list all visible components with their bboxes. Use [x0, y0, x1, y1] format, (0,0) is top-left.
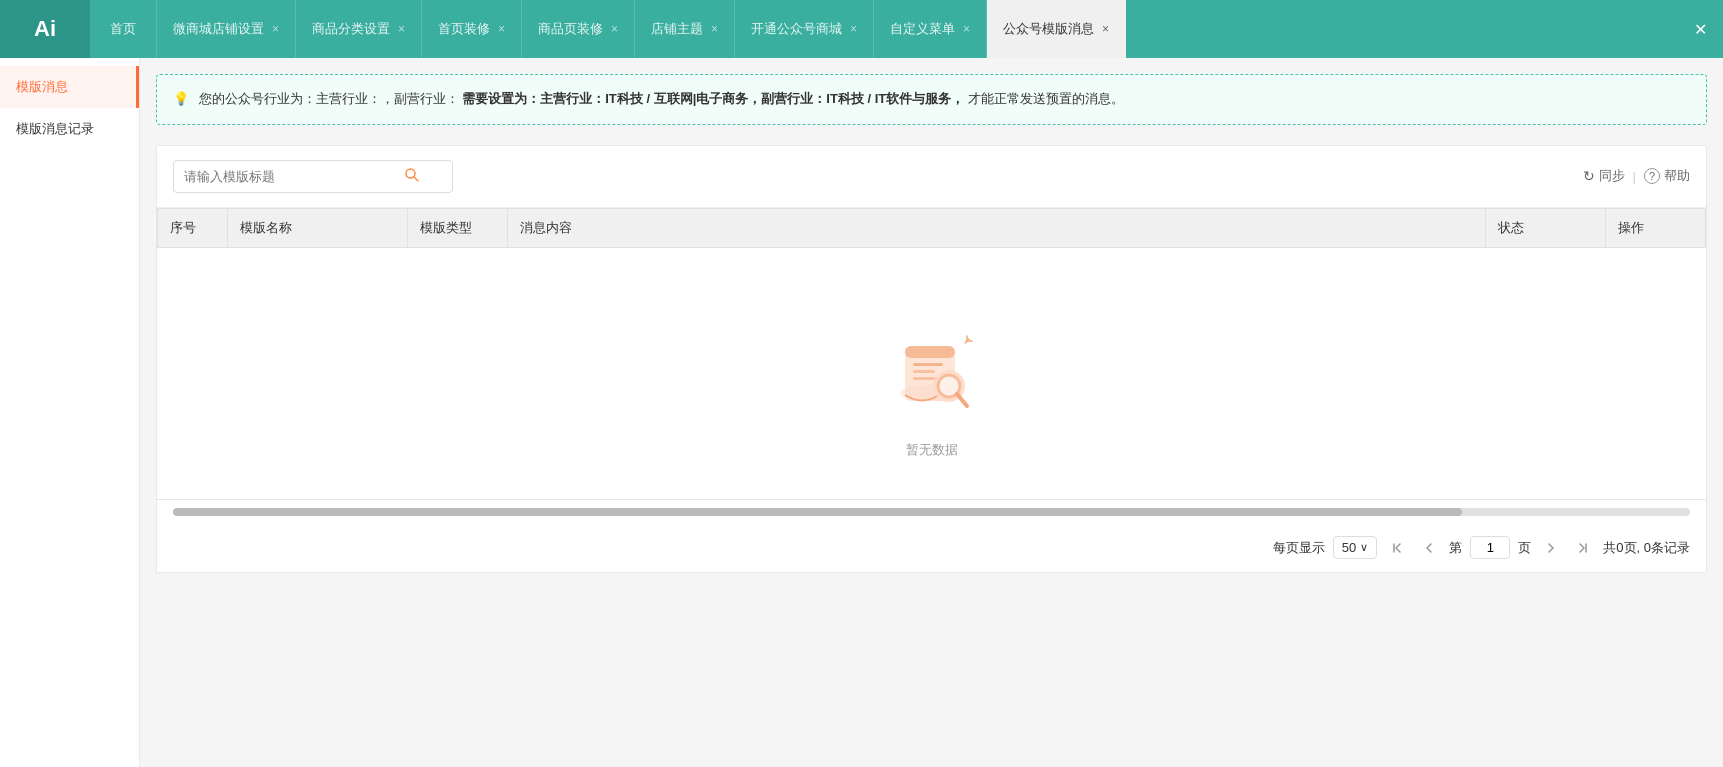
close-icon[interactable]: ×	[498, 22, 505, 36]
search-bar: ↻ 同步 | ? 帮助	[157, 146, 1706, 208]
help-button[interactable]: ? 帮助	[1644, 167, 1690, 185]
sidebar-item-template-record[interactable]: 模版消息记录	[0, 108, 139, 150]
page-size-select[interactable]: 50 ∨	[1333, 536, 1377, 559]
col-status: 状态	[1486, 208, 1606, 247]
nav-tab-custom-menu[interactable]: 自定义菜单 ×	[874, 0, 987, 58]
content-area: 💡 您的公众号行业为：主营行业：，副营行业： 需要设置为：主营行业：IT科技 /…	[140, 58, 1723, 767]
nav-tab-template-msg[interactable]: 公众号模版消息 ×	[987, 0, 1126, 58]
nav-tab-store-theme[interactable]: 店铺主题 ×	[635, 0, 735, 58]
divider: |	[1633, 169, 1636, 184]
nav-tabs: 首页 微商城店铺设置 × 商品分类设置 × 首页装修 × 商品页装修 × 店铺主…	[90, 0, 1678, 58]
search-input-wrap[interactable]	[173, 160, 453, 193]
empty-state: 暂无数据	[158, 248, 1706, 499]
next-page-button[interactable]	[1539, 536, 1563, 560]
nav-tab-product-decor[interactable]: 商品页装修 ×	[522, 0, 635, 58]
close-icon[interactable]: ×	[850, 22, 857, 36]
page-number-input[interactable]	[1470, 536, 1510, 559]
close-icon[interactable]: ×	[963, 22, 970, 36]
empty-illustration	[867, 308, 997, 441]
close-icon[interactable]: ×	[611, 22, 618, 36]
page-size-label: 每页显示	[1273, 539, 1325, 557]
col-type: 模版类型	[408, 208, 508, 247]
close-icon[interactable]: ×	[398, 22, 405, 36]
page-unit-label: 页	[1518, 539, 1531, 557]
app-logo: Ai	[0, 0, 90, 58]
sidebar: 模版消息 模版消息记录	[0, 58, 140, 767]
chevron-down-icon: ∨	[1360, 541, 1368, 554]
nav-tab-homepage-decor[interactable]: 首页装修 ×	[422, 0, 522, 58]
svg-line-1	[414, 177, 418, 181]
col-content: 消息内容	[508, 208, 1486, 247]
col-name: 模版名称	[228, 208, 408, 247]
table-header: 序号 模版名称 模版类型 消息内容 状态 操作	[158, 208, 1706, 247]
notice-highlight: 需要设置为：主营行业：IT科技 / 互联网|电子商务，副营行业：IT科技 / I…	[462, 91, 964, 106]
col-seq: 序号	[158, 208, 228, 247]
svg-rect-6	[913, 370, 935, 373]
empty-text: 暂无数据	[906, 441, 958, 459]
total-info: 共0页, 0条记录	[1603, 539, 1690, 557]
svg-rect-5	[913, 363, 943, 366]
search-icon[interactable]	[404, 167, 420, 186]
pagination: 每页显示 50 ∨ 第 页	[157, 524, 1706, 572]
last-page-button[interactable]	[1571, 536, 1595, 560]
close-icon[interactable]: ×	[272, 22, 279, 36]
svg-line-10	[957, 394, 967, 406]
top-nav: Ai 首页 微商城店铺设置 × 商品分类设置 × 首页装修 × 商品页装修 × …	[0, 0, 1723, 58]
first-page-button[interactable]	[1385, 536, 1409, 560]
scroll-bar-area	[157, 499, 1706, 524]
notice-box: 💡 您的公众号行业为：主营行业：，副营行业： 需要设置为：主营行业：IT科技 /…	[156, 74, 1707, 125]
help-icon: ?	[1644, 168, 1660, 184]
main-panel: ↻ 同步 | ? 帮助 序号 模版名称 模版类型	[156, 145, 1707, 573]
close-all-button[interactable]: ✕	[1678, 20, 1723, 39]
data-table: 序号 模版名称 模版类型 消息内容 状态 操作	[157, 208, 1706, 499]
sync-icon: ↻	[1583, 168, 1595, 184]
nav-tab-shop-settings[interactable]: 微商城店铺设置 ×	[157, 0, 296, 58]
toolbar-right: ↻ 同步 | ? 帮助	[1583, 167, 1690, 185]
bulb-icon: 💡	[173, 91, 189, 106]
close-icon[interactable]: ×	[1102, 22, 1109, 36]
nav-tab-category-settings[interactable]: 商品分类设置 ×	[296, 0, 422, 58]
svg-rect-4	[905, 346, 955, 358]
scroll-thumb[interactable]	[173, 508, 1462, 516]
table-body: 暂无数据	[158, 247, 1706, 499]
main-layout: 模版消息 模版消息记录 💡 您的公众号行业为：主营行业：，副营行业： 需要设置为…	[0, 58, 1723, 767]
sync-button[interactable]: ↻ 同步	[1583, 167, 1625, 185]
nav-tab-open-mall[interactable]: 开通公众号商城 ×	[735, 0, 874, 58]
prev-page-button[interactable]	[1417, 536, 1441, 560]
sidebar-item-template-msg[interactable]: 模版消息	[0, 66, 139, 108]
close-icon[interactable]: ×	[711, 22, 718, 36]
col-action: 操作	[1606, 208, 1706, 247]
nav-tab-home[interactable]: 首页	[90, 0, 157, 58]
search-input[interactable]	[184, 169, 404, 184]
page-di-label: 第	[1449, 539, 1462, 557]
scroll-track[interactable]	[173, 508, 1690, 516]
